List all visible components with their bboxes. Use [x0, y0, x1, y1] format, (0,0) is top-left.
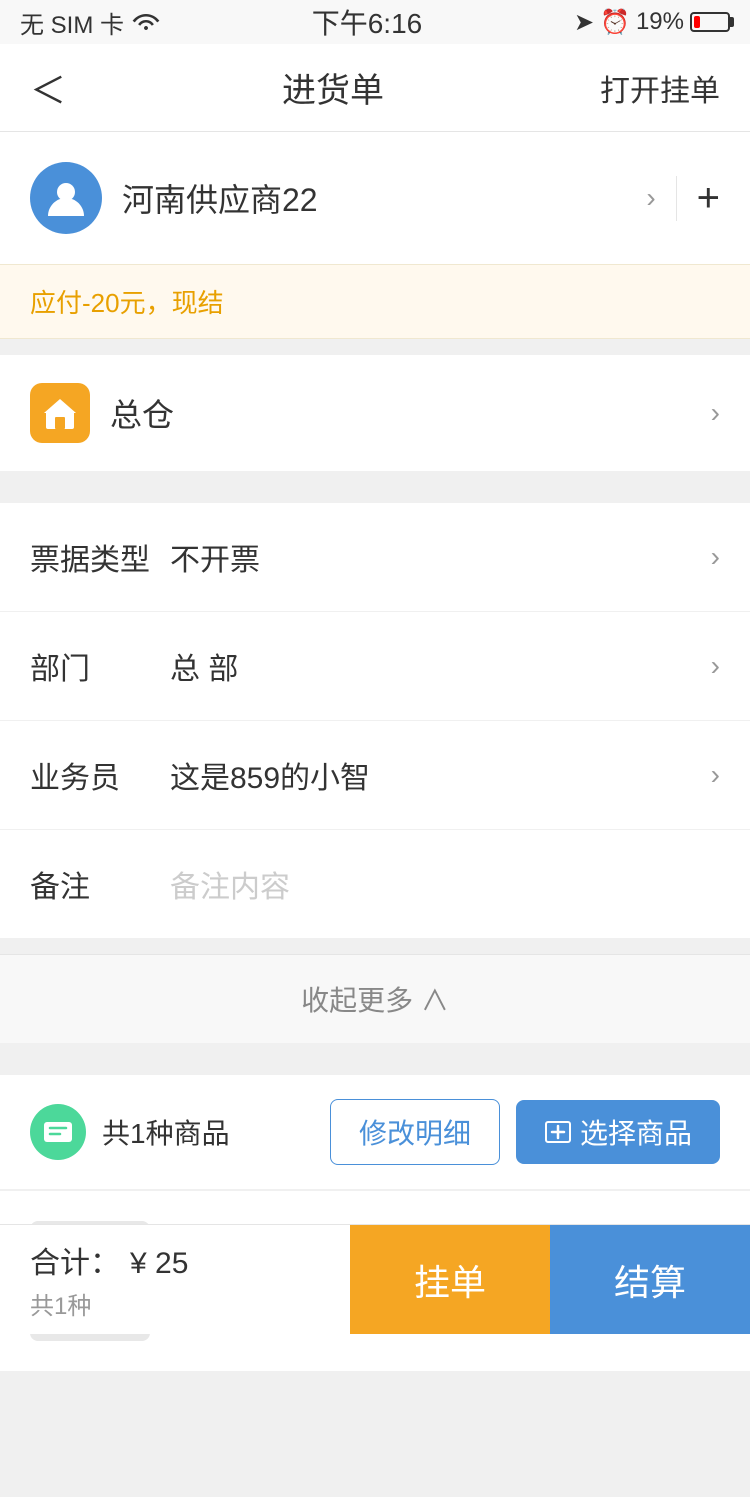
checkout-button[interactable]: 结算 [550, 1225, 750, 1334]
ticket-type-label: 票据类型 [30, 535, 150, 579]
supplier-notice: 应付-20元，现结 [0, 264, 750, 339]
status-bar-time: 下午6:16 [312, 2, 423, 42]
modify-detail-button[interactable]: 修改明细 [330, 1099, 500, 1165]
bottom-total: 合计： ¥ 25 共1种 [0, 1225, 350, 1334]
total-count: 共1种 [30, 1286, 320, 1321]
collapse-bar[interactable]: 收起更多 ∧ [0, 954, 750, 1043]
ticket-type-chevron-icon: › [711, 541, 720, 573]
bottom-bar: 合计： ¥ 25 共1种 挂单 结算 [0, 1224, 750, 1334]
ticket-type-row[interactable]: 票据类型 不开票 › [0, 503, 750, 611]
select-product-label: 选择商品 [580, 1112, 692, 1152]
gap-1 [0, 339, 750, 355]
total-value: ¥ 25 [130, 1247, 188, 1280]
total-label: 合计： [30, 1247, 120, 1280]
salesman-chevron-icon: › [711, 759, 720, 791]
total-amount: 合计： ¥ 25 [30, 1238, 320, 1282]
remark-label: 备注 [30, 862, 150, 906]
warehouse-row[interactable]: 总仓 › [0, 355, 750, 471]
back-button[interactable]: ＜ [30, 62, 66, 114]
location-icon: ➤ [574, 8, 594, 37]
products-count: 共1种商品 [102, 1112, 330, 1152]
gap-2 [0, 487, 750, 503]
status-bar: 无 SIM 卡 下午6:16 ➤ ⏰ 19% [0, 0, 750, 44]
pending-button[interactable]: 挂单 [350, 1225, 550, 1334]
page-title: 进货单 [282, 63, 384, 112]
products-icon [30, 1104, 86, 1160]
battery-icon [690, 12, 730, 32]
supplier-section: 河南供应商22 › + 应付-20元，现结 [0, 132, 750, 339]
form-section: 票据类型 不开票 › 部门 总 部 › 业务员 这是859的小智 › 备注 备注… [0, 503, 750, 938]
status-bar-right: ➤ ⏰ 19% [574, 8, 730, 37]
salesman-value: 这是859的小智 [170, 753, 711, 797]
nav-bar: ＜ 进货单 打开挂单 [0, 44, 750, 132]
warehouse-chevron-icon: › [711, 397, 720, 429]
supplier-row[interactable]: 河南供应商22 › + [0, 132, 750, 264]
department-row[interactable]: 部门 总 部 › [0, 611, 750, 720]
open-pending-button[interactable]: 打开挂单 [600, 66, 720, 110]
warehouse-name: 总仓 [110, 390, 711, 436]
wifi-icon [132, 8, 160, 37]
department-value: 总 部 [170, 644, 711, 688]
supplier-chevron-icon: › [646, 182, 655, 214]
gap-3 [0, 1059, 750, 1075]
department-label: 部门 [30, 644, 150, 688]
warehouse-icon [30, 383, 90, 443]
supplier-name: 河南供应商22 [122, 175, 646, 221]
select-product-button[interactable]: 选择商品 [516, 1100, 720, 1164]
status-bar-left: 无 SIM 卡 [20, 5, 160, 40]
add-supplier-button[interactable]: + [676, 176, 720, 221]
battery-percent: 19% [636, 8, 684, 36]
salesman-label: 业务员 [30, 753, 150, 797]
salesman-row[interactable]: 业务员 这是859的小智 › [0, 720, 750, 829]
remark-input[interactable]: 备注内容 [170, 862, 720, 906]
bottom-spacer [0, 1387, 750, 1497]
ticket-type-value: 不开票 [170, 535, 711, 579]
carrier-label: 无 SIM 卡 [20, 5, 124, 40]
remark-row[interactable]: 备注 备注内容 [0, 829, 750, 938]
supplier-avatar [30, 162, 102, 234]
products-header: 共1种商品 修改明细 选择商品 [0, 1075, 750, 1189]
alarm-icon: ⏰ [600, 8, 630, 37]
department-chevron-icon: › [711, 650, 720, 682]
